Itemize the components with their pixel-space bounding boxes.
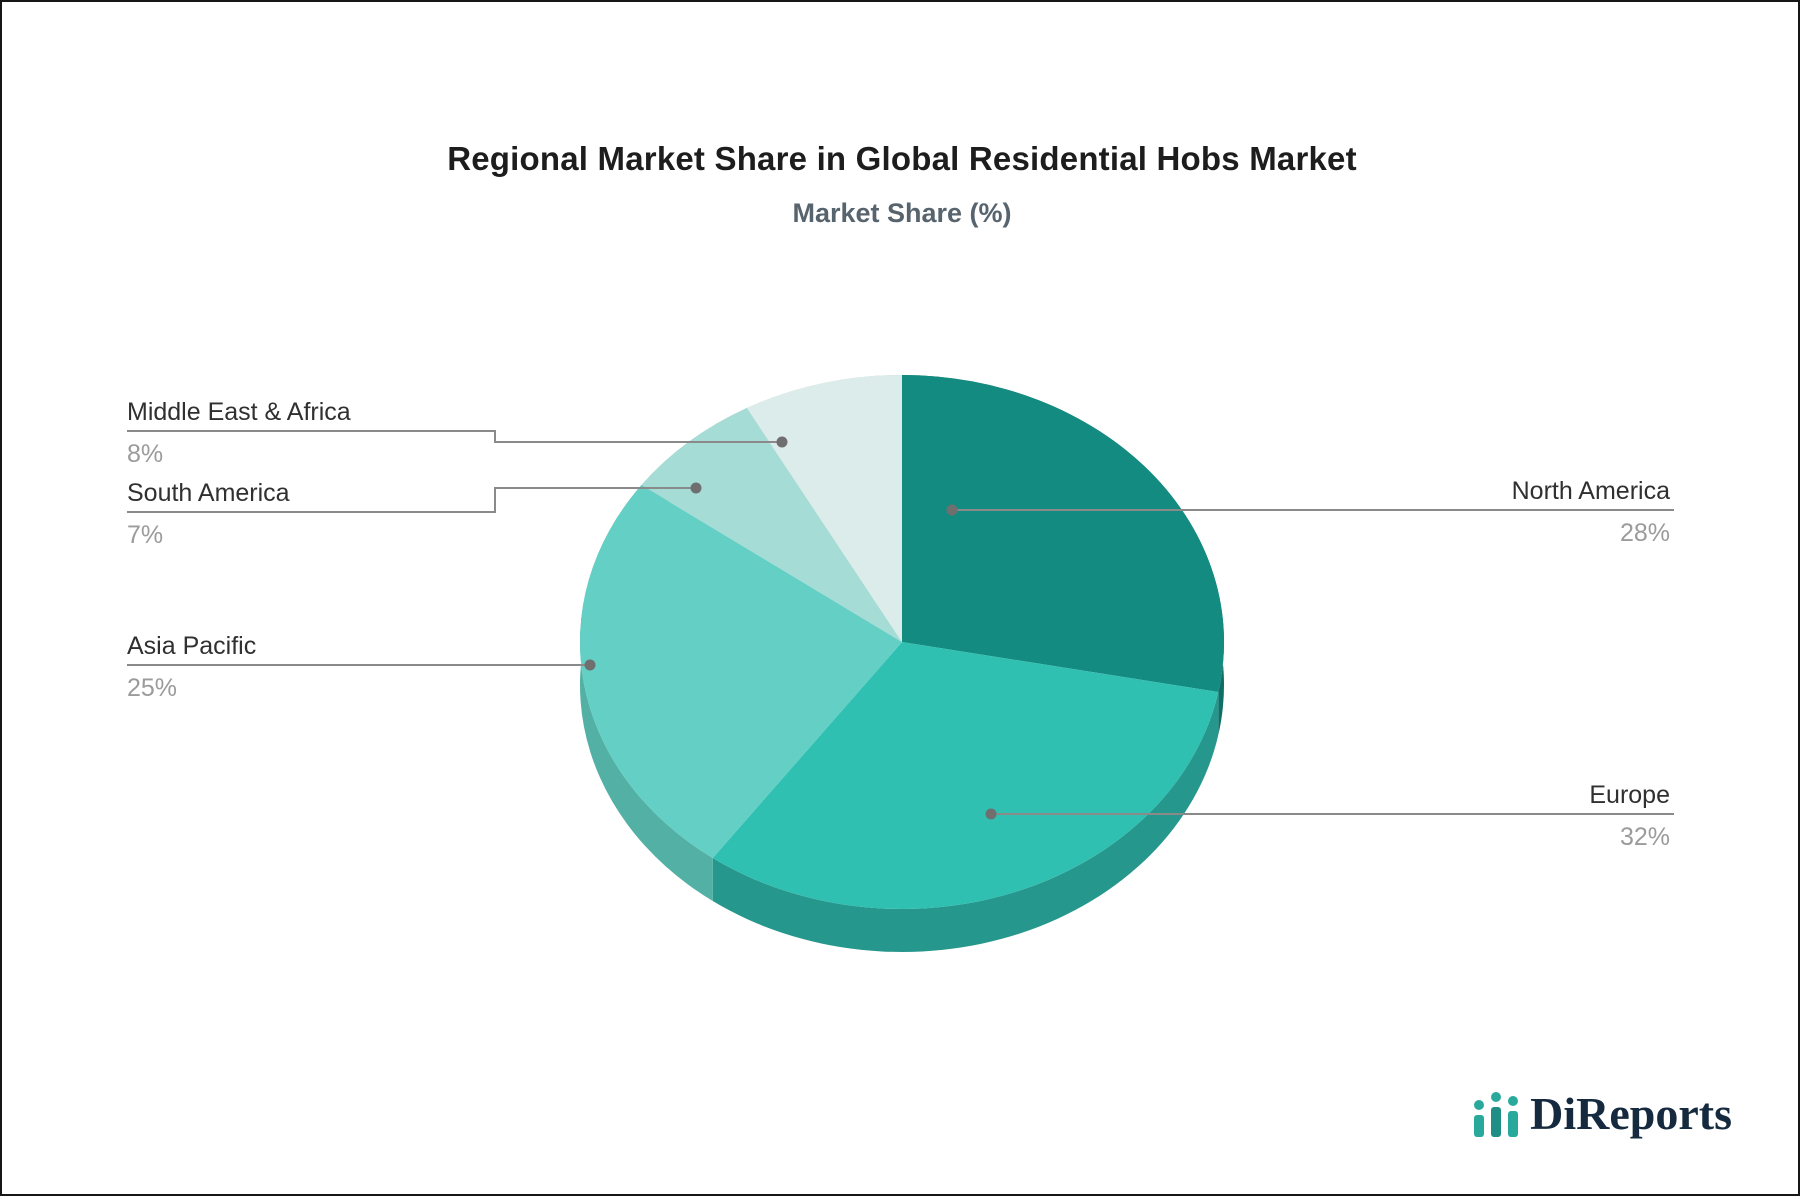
callout-europe: Europe 32% bbox=[1589, 782, 1670, 850]
callout-middle-east-africa: Middle East & Africa 8% bbox=[127, 399, 351, 467]
callout-south-america: South America 7% bbox=[127, 480, 290, 548]
chart-canvas: Regional Market Share in Global Resident… bbox=[0, 0, 1800, 1196]
slice-value: 32% bbox=[1619, 823, 1670, 851]
dot-asia-pacific bbox=[584, 659, 596, 671]
slice-label: Asia Pacific bbox=[127, 632, 257, 660]
slice-value: 25% bbox=[127, 674, 178, 702]
slice-value: 7% bbox=[127, 521, 164, 549]
slice-value: 8% bbox=[127, 440, 164, 468]
callout-north-america: North America 28% bbox=[1512, 478, 1670, 546]
pie-slices[interactable] bbox=[580, 375, 1224, 952]
direports-logo-text: DiReports bbox=[1530, 1088, 1732, 1139]
dot-europe bbox=[985, 808, 997, 820]
direports-logo-icon bbox=[1474, 1092, 1519, 1137]
slice-label: South America bbox=[127, 479, 290, 507]
dot-north-america bbox=[946, 504, 958, 516]
slice-value: 28% bbox=[1619, 519, 1670, 547]
pie-chart bbox=[127, 375, 1674, 952]
callout-asia-pacific: Asia Pacific 25% bbox=[127, 633, 256, 701]
slice-label: Europe bbox=[1589, 781, 1670, 809]
slice-label: Middle East & Africa bbox=[127, 398, 351, 426]
dot-middle-east-africa bbox=[776, 436, 788, 448]
direports-logo: DiReports bbox=[1470, 1084, 1732, 1140]
slice-label: North America bbox=[1511, 477, 1670, 505]
dot-south-america bbox=[690, 482, 702, 494]
